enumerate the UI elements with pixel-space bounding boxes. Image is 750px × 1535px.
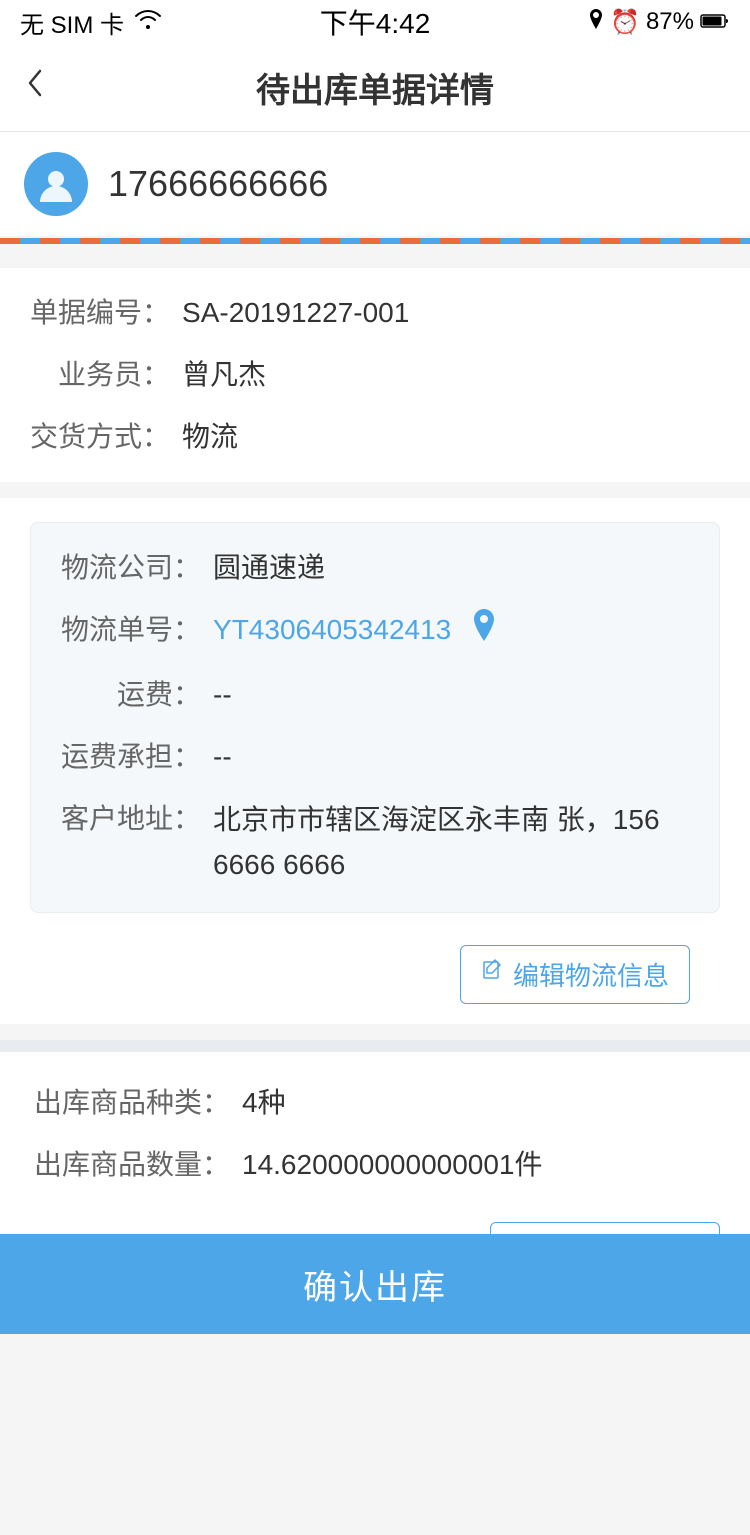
address-row: 客户地址： 北京市市辖区海淀区永丰南 张，156 6666 6666 <box>61 798 689 888</box>
freight-label: 运费： <box>61 674 201 716</box>
edit-logistics-button[interactable]: 编辑物流信息 <box>460 945 690 1004</box>
delivery-method-label: 交货方式： <box>30 416 170 458</box>
edit-btn-row: 编辑物流信息 <box>30 929 720 1024</box>
goods-quantity-row: 出库商品数量： 14.620000000000001件 <box>30 1144 720 1186</box>
status-time: 下午4:42 <box>320 2 431 42</box>
wifi-icon <box>134 8 162 36</box>
freight-bearer-label: 运费承担： <box>61 736 201 778</box>
goods-type-label: 出库商品种类： <box>30 1082 230 1124</box>
logistics-section: 物流公司： 圆通速递 物流单号： YT43064053424​13 运费： --… <box>0 498 750 1024</box>
freight-value: -- <box>213 674 689 716</box>
customer-header: 17666666666 <box>0 132 750 236</box>
tracking-no-row: 物流单号： YT43064053424​13 <box>61 609 689 654</box>
status-left: 无 SIM 卡 <box>20 5 162 40</box>
goods-quantity-label: 出库商品数量： <box>30 1144 230 1186</box>
address-value: 北京市市辖区海淀区永丰南 张，156 6666 6666 <box>213 798 689 888</box>
alarm-icon: ⏰ <box>610 8 640 37</box>
dashed-divider <box>0 238 750 244</box>
customer-avatar <box>24 152 88 216</box>
goods-quantity-value: 14.620000000000001件 <box>242 1144 720 1186</box>
confirm-btn-container: 确认出库 <box>0 1234 750 1334</box>
freight-bearer-row: 运费承担： -- <box>61 736 689 778</box>
tracking-no-value: YT43064053424​13 <box>213 609 689 654</box>
salesperson-label: 业务员： <box>30 354 170 396</box>
order-no-row: 单据编号： SA-20191227-001 <box>30 292 720 334</box>
tracking-no-label: 物流单号： <box>61 609 201 651</box>
tracking-location-icon[interactable] <box>471 609 497 654</box>
order-info-section: 单据编号： SA-20191227-001 业务员： 曾凡杰 交货方式： 物流 <box>0 268 750 482</box>
logistics-company-value: 圆通速递 <box>213 547 689 589</box>
goods-type-row: 出库商品种类： 4种 <box>30 1082 720 1124</box>
battery-label: 87% <box>646 8 694 36</box>
battery-icon <box>700 8 730 36</box>
confirm-outbound-button[interactable]: 确认出库 <box>0 1234 750 1334</box>
order-no-value: SA-20191227-001 <box>182 292 720 334</box>
section-divider <box>0 1040 750 1052</box>
order-no-label: 单据编号： <box>30 292 170 334</box>
goods-section: 出库商品种类： 4种 出库商品数量： 14.620000000000001件 <box>0 1052 750 1206</box>
customer-phone: 17666666666 <box>108 163 328 205</box>
logistics-company-row: 物流公司： 圆通速递 <box>61 547 689 589</box>
page-title: 待出库单据详情 <box>256 63 494 112</box>
delivery-method-value: 物流 <box>182 416 720 458</box>
goods-type-value: 4种 <box>242 1082 720 1124</box>
edit-icon <box>481 959 505 990</box>
address-label: 客户地址： <box>61 798 201 840</box>
delivery-method-row: 交货方式： 物流 <box>30 416 720 458</box>
salesperson-value: 曾凡杰 <box>182 354 720 396</box>
status-right: ⏰ 87% <box>588 8 730 37</box>
status-bar: 无 SIM 卡 下午4:42 ⏰ 87% <box>0 0 750 44</box>
salesperson-row: 业务员： 曾凡杰 <box>30 354 720 396</box>
nav-bar: 待出库单据详情 <box>0 44 750 132</box>
carrier-label: 无 SIM 卡 <box>20 5 124 40</box>
bottom-spacer <box>0 1305 750 1535</box>
logistics-company-label: 物流公司： <box>61 547 201 589</box>
freight-bearer-value: -- <box>213 736 689 778</box>
freight-row: 运费： -- <box>61 674 689 716</box>
logistics-card: 物流公司： 圆通速递 物流单号： YT43064053424​13 运费： --… <box>30 522 720 913</box>
location-status-icon <box>588 8 604 36</box>
back-button[interactable] <box>24 63 48 112</box>
